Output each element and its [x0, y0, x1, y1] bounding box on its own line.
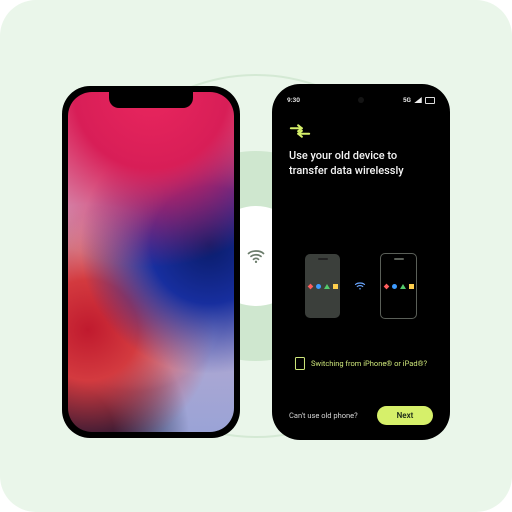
shape-diamond	[383, 283, 389, 289]
shape-circle	[316, 284, 321, 289]
next-button[interactable]: Next	[377, 406, 433, 425]
mini-speaker	[394, 258, 404, 260]
mini-device-old	[305, 254, 340, 318]
switch-hint-text: Switching from iPhone® or iPad®?	[311, 359, 427, 368]
new-device-screen: 9:30 5G	[277, 89, 445, 435]
status-bar: 9:30 5G	[287, 96, 435, 104]
transfer-arrows-icon	[289, 123, 311, 142]
mini-device-new	[380, 253, 417, 319]
switch-from-iphone-link[interactable]: Switching from iPhone® or iPad®?	[295, 357, 427, 370]
device-outline-icon	[295, 357, 305, 370]
promo-card: 9:30 5G	[0, 0, 512, 512]
signal-icon	[414, 97, 422, 103]
shape-diamond	[307, 283, 313, 289]
shape-triangle	[400, 284, 406, 289]
new-device-mock: 9:30 5G	[272, 84, 450, 440]
old-device-wallpaper	[68, 92, 234, 432]
device-pair-illustration	[305, 253, 417, 319]
setup-footer: Can't use old phone? Next	[289, 406, 433, 425]
notch	[109, 92, 193, 108]
shape-triangle	[324, 284, 330, 289]
brand-shapes	[384, 284, 414, 289]
network-label: 5G	[403, 96, 411, 104]
old-device-mock	[62, 86, 240, 438]
shape-circle	[392, 284, 397, 289]
status-right-cluster: 5G	[403, 96, 435, 104]
setup-headline: Use your old device to transfer data wir…	[289, 149, 433, 178]
wifi-icon	[245, 245, 267, 267]
brand-shapes	[308, 284, 338, 289]
mini-speaker	[318, 258, 328, 260]
shape-square	[409, 284, 414, 289]
mini-wifi-icon	[354, 277, 366, 296]
status-time: 9:30	[287, 96, 300, 104]
shape-square	[333, 284, 338, 289]
battery-icon	[425, 97, 435, 104]
cant-use-old-phone-link[interactable]: Can't use old phone?	[289, 411, 358, 420]
